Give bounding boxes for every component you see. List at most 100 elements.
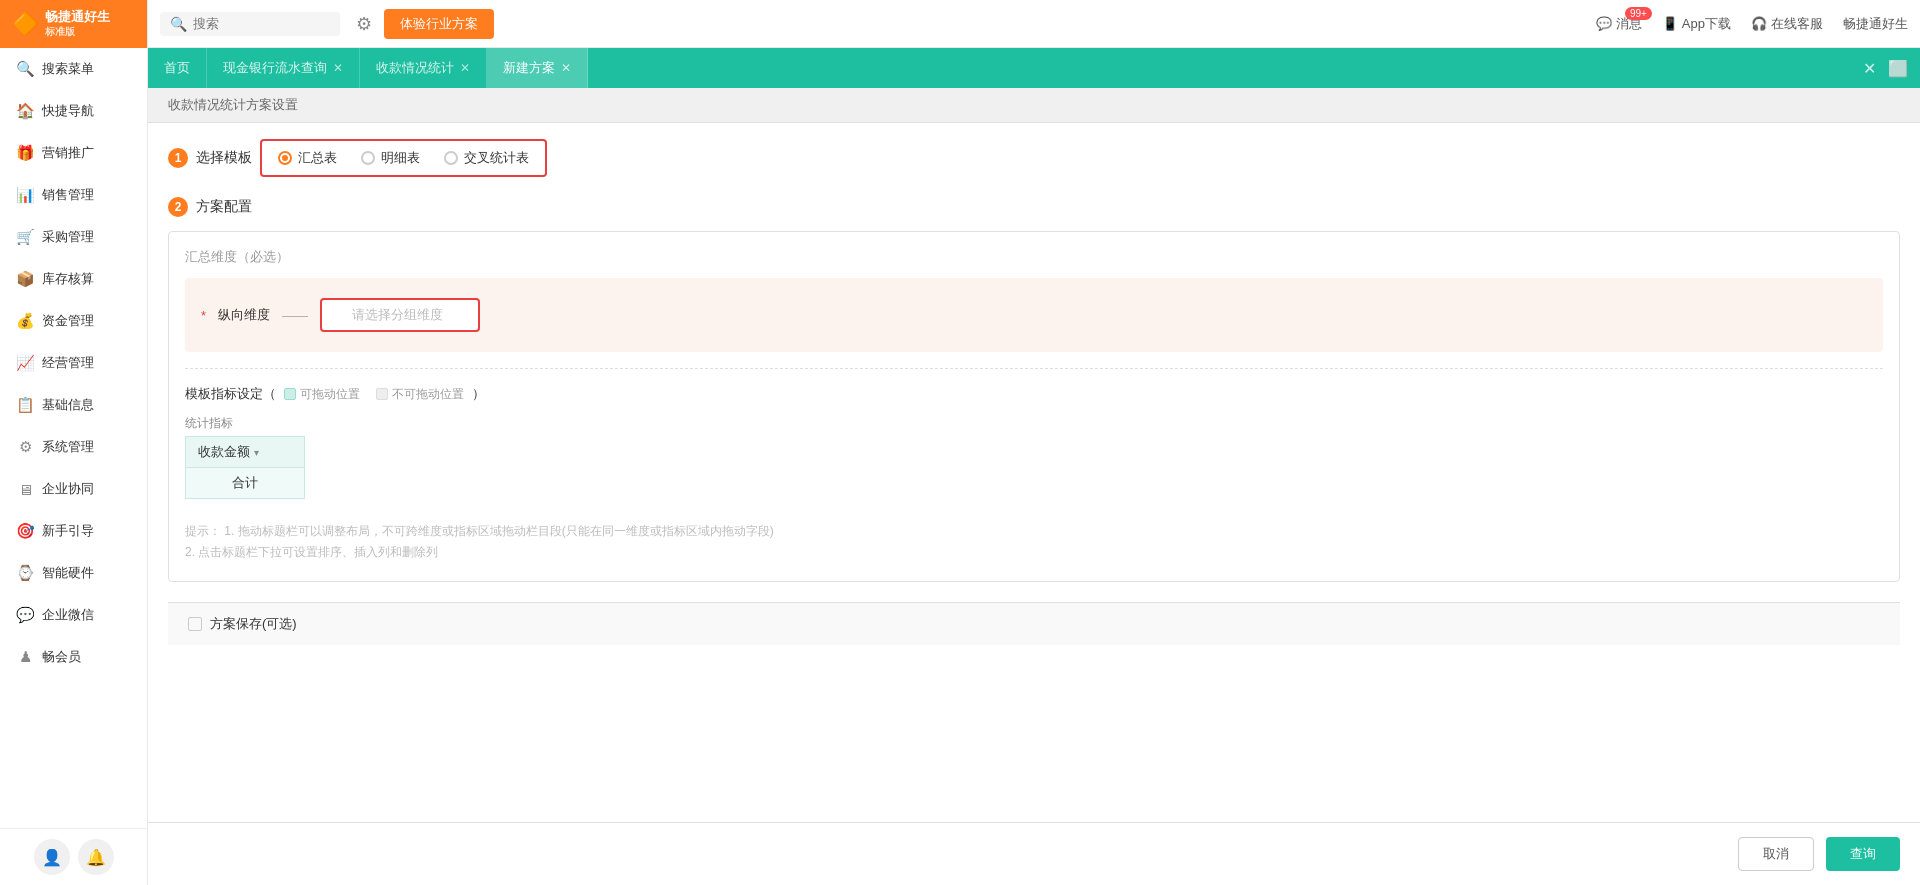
radio-detail[interactable]: [361, 151, 375, 165]
sidebar-item-purchase[interactable]: 🛒 采购管理: [0, 216, 147, 258]
tab-bank[interactable]: 现金银行流水查询 ✕: [207, 48, 360, 88]
radio-cross[interactable]: [444, 151, 458, 165]
step2-badge: 2: [168, 197, 188, 217]
tab-home[interactable]: 首页: [148, 48, 207, 88]
logo: 🔶 畅捷通好生 标准版: [0, 0, 147, 48]
sidebar-item-collab[interactable]: 🖥 企业协同: [0, 468, 147, 510]
option-detail[interactable]: 明细表: [361, 149, 420, 167]
radio-summary[interactable]: [278, 151, 292, 165]
logo-text: 畅捷通好生: [45, 9, 110, 25]
headset-icon: 🎧: [1751, 16, 1767, 31]
app-download-item[interactable]: 📱 App下载: [1662, 15, 1731, 33]
tab-new[interactable]: 新建方案 ✕: [487, 48, 588, 88]
sidebar-item-marketing[interactable]: 🎁 营销推广: [0, 132, 147, 174]
config-section: 汇总维度（必选） * 纵向维度 —— 请选择分组维度: [168, 231, 1900, 582]
sidebar-item-label: 经营管理: [42, 354, 94, 372]
drag-legend: 可拖动位置 不可拖动位置: [284, 386, 464, 403]
drag-movable-label: 可拖动位置: [300, 386, 360, 403]
notif-btn[interactable]: 🔔: [78, 839, 114, 875]
metrics-table-wrapper: 统计指标 收款金额 ▾ 合计: [185, 415, 305, 499]
save-label: 方案保存(可选): [210, 615, 297, 633]
chat-icon: 💬: [16, 606, 34, 624]
step1-badge: 1: [168, 148, 188, 168]
step2-section: 2 方案配置 汇总维度（必选） * 纵向维度 —— 请选: [168, 197, 1900, 582]
summary-dim-label: 汇总维度（必选）: [185, 248, 1883, 266]
tab-new-close[interactable]: ✕: [561, 61, 571, 75]
topbar-right: 💬 消息 99+ 📱 App下载 🎧 在线客服 畅捷通好生: [1596, 15, 1908, 33]
search-icon: 🔍: [16, 60, 34, 78]
option-summary[interactable]: 汇总表: [278, 149, 337, 167]
notification-item[interactable]: 💬 消息 99+: [1596, 15, 1642, 33]
sidebar-item-wechat[interactable]: 💬 企业微信: [0, 594, 147, 636]
sidebar-item-business[interactable]: 📈 经营管理: [0, 342, 147, 384]
app-download-label: App下载: [1682, 15, 1731, 33]
tab-bank-label: 现金银行流水查询: [223, 59, 327, 77]
drag-fixed-indicator: 不可拖动位置: [376, 386, 464, 403]
sidebar-item-label: 快捷导航: [42, 102, 94, 120]
section-divider: [185, 368, 1883, 369]
user-btn[interactable]: 👤: [34, 839, 70, 875]
step1-section: 1 选择模板 汇总表 明细表 交叉统计表: [168, 139, 1900, 177]
metrics-header: 模板指标设定（ 可拖动位置 不可拖动位置 ）: [185, 385, 1883, 403]
save-checkbox[interactable]: [188, 617, 202, 631]
topbar-search-input[interactable]: [193, 16, 330, 31]
sidebar-item-sales[interactable]: 📊 销售管理: [0, 174, 147, 216]
sidebar-item-label: 畅会员: [42, 648, 81, 666]
expand-window-btn[interactable]: ⬜: [1888, 59, 1908, 78]
sidebar-item-search[interactable]: 🔍 搜索菜单: [0, 48, 147, 90]
tab-bank-close[interactable]: ✕: [333, 61, 343, 75]
topbar: 🔍 ⚙ 体验行业方案 💬 消息 99+ 📱 App下载 🎧 在线客服 畅捷通好生: [148, 0, 1920, 48]
page-footer: 方案保存(可选): [168, 602, 1900, 645]
sidebar-item-label: 销售管理: [42, 186, 94, 204]
drag-movable-dot: [284, 388, 296, 400]
sidebar-item-inventory[interactable]: 📦 库存核算: [0, 258, 147, 300]
topbar-search-icon: 🔍: [170, 16, 187, 32]
vertical-dim-label: 纵向维度: [218, 306, 270, 324]
online-service-item[interactable]: 🎧 在线客服: [1751, 15, 1823, 33]
online-service-label: 在线客服: [1771, 15, 1823, 33]
sidebar-item-label: 搜索菜单: [42, 60, 94, 78]
trial-button[interactable]: 体验行业方案: [384, 9, 494, 39]
step1-header: 1 选择模板 汇总表 明细表 交叉统计表: [168, 139, 1900, 177]
step2-title: 方案配置: [196, 198, 252, 216]
topbar-search-box[interactable]: 🔍: [160, 12, 340, 36]
member-icon: ♟: [16, 648, 34, 666]
cancel-button[interactable]: 取消: [1738, 837, 1814, 871]
money-icon: 💰: [16, 312, 34, 330]
close-window-btn[interactable]: ✕: [1863, 59, 1876, 78]
hint1: 提示： 1. 拖动标题栏可以调整布局，不可跨维度或指标区域拖动栏目段(只能在同一…: [185, 523, 1883, 540]
metrics-data-row: 合计: [185, 468, 305, 499]
tab-stats-close[interactable]: ✕: [460, 61, 470, 75]
sidebar-item-system[interactable]: ⚙ 系统管理: [0, 426, 147, 468]
trend-icon: 📈: [16, 354, 34, 372]
home-icon: 🏠: [16, 102, 34, 120]
step1-title: 选择模板: [196, 149, 252, 167]
dimension-select[interactable]: 请选择分组维度: [320, 298, 480, 332]
sidebar-item-newbie[interactable]: 🎯 新手引导: [0, 510, 147, 552]
summary-dim-title: 汇总维度（必选）: [185, 249, 289, 264]
box-icon: 📦: [16, 270, 34, 288]
col-header-label: 收款金额: [198, 443, 250, 461]
clipboard-icon: 📋: [16, 396, 34, 414]
sidebar-item-quick-nav[interactable]: 🏠 快捷导航: [0, 90, 147, 132]
metrics-col-header[interactable]: 收款金额 ▾: [185, 436, 305, 468]
sidebar-item-basic[interactable]: 📋 基础信息: [0, 384, 147, 426]
option-cross-label: 交叉统计表: [464, 149, 529, 167]
sidebar-item-hardware[interactable]: ⌚ 智能硬件: [0, 552, 147, 594]
hint2: 2. 点击标题栏下拉可设置排序、插入列和删除列: [185, 544, 1883, 561]
arrow: ——: [282, 308, 308, 323]
sidebar-item-label: 库存核算: [42, 270, 94, 288]
col-dropdown-arrow[interactable]: ▾: [254, 447, 259, 458]
dim-placeholder: 请选择分组维度: [352, 307, 443, 322]
query-button[interactable]: 查询: [1826, 837, 1900, 871]
settings-icon[interactable]: ⚙: [356, 13, 372, 35]
breadcrumb-text: 收款情况统计方案设置: [168, 97, 298, 112]
required-mark: *: [201, 308, 206, 323]
dimension-area: * 纵向维度 —— 请选择分组维度: [185, 278, 1883, 352]
option-cross[interactable]: 交叉统计表: [444, 149, 529, 167]
tab-stats[interactable]: 收款情况统计 ✕: [360, 48, 487, 88]
sidebar-item-member[interactable]: ♟ 畅会员: [0, 636, 147, 678]
main-area: 🔍 ⚙ 体验行业方案 💬 消息 99+ 📱 App下载 🎧 在线客服 畅捷通好生: [148, 0, 1920, 885]
message-icon: 💬: [1596, 16, 1612, 31]
sidebar-item-finance[interactable]: 💰 资金管理: [0, 300, 147, 342]
